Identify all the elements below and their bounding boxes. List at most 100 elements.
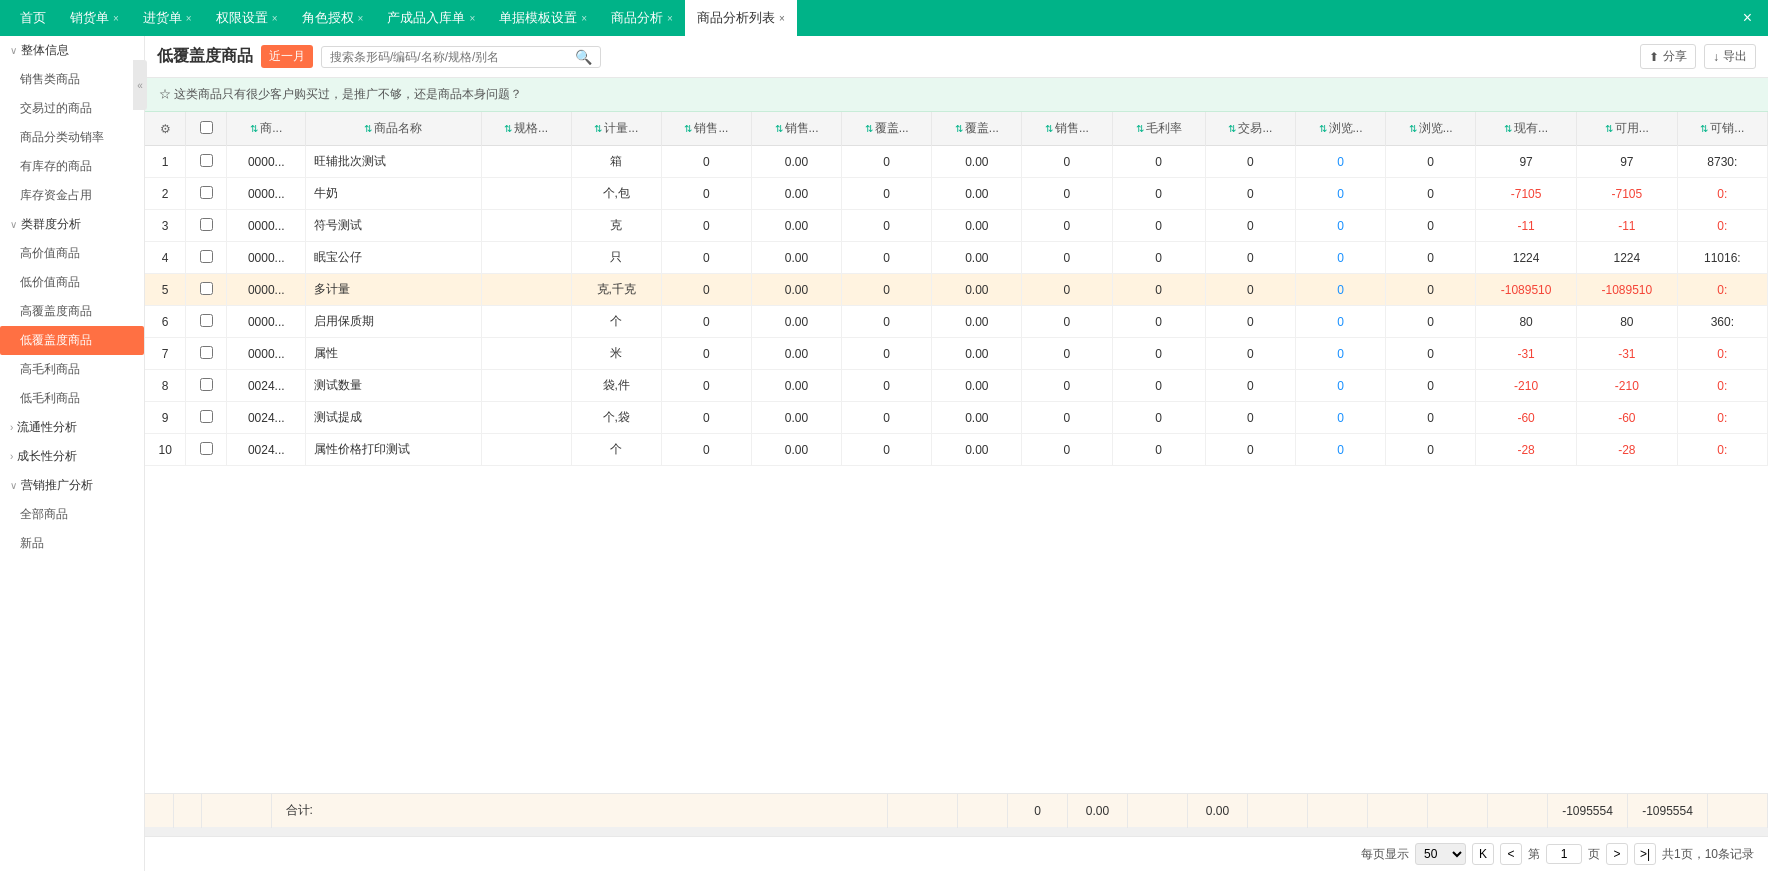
cell-browse1[interactable]: 0 — [1295, 306, 1385, 338]
nav-template-settings[interactable]: 单据模板设置 × — [487, 0, 599, 36]
close-all-button[interactable]: × — [1735, 9, 1760, 27]
cell-browse1[interactable]: 0 — [1295, 210, 1385, 242]
time-filter-button[interactable]: 近一月 — [261, 45, 313, 68]
th-cover1[interactable]: 覆盖... — [842, 112, 932, 146]
browse-link[interactable]: 0 — [1337, 347, 1344, 361]
sidebar-group-liquidity[interactable]: › 流通性分析 — [0, 413, 144, 442]
browse-link[interactable]: 0 — [1337, 187, 1344, 201]
th-gross-rate[interactable]: 毛利率 — [1112, 112, 1205, 146]
sidebar-collapse-button[interactable]: « — [133, 60, 147, 110]
search-icon[interactable]: 🔍 — [575, 49, 592, 65]
page-size-select[interactable]: 50 100 200 — [1415, 843, 1466, 865]
prev-page-button[interactable]: < — [1500, 843, 1522, 865]
cell-browse1[interactable]: 0 — [1295, 434, 1385, 466]
th-checkbox[interactable] — [186, 112, 227, 146]
sidebar-item-stock-goods[interactable]: 有库存的商品 — [0, 152, 144, 181]
browse-link[interactable]: 0 — [1337, 219, 1344, 233]
sidebar-item-category-sales-rate[interactable]: 商品分类动销率 — [0, 123, 144, 152]
th-settings[interactable]: ⚙ — [145, 112, 186, 146]
th-sales-amt[interactable]: 销售... — [751, 112, 841, 146]
sidebar-item-all-goods[interactable]: 全部商品 — [0, 500, 144, 529]
cell-browse1[interactable]: 0 — [1295, 274, 1385, 306]
sidebar-item-low-coverage[interactable]: 低覆盖度商品 — [0, 326, 144, 355]
sidebar-group-cluster[interactable]: ∨ 类群度分析 — [0, 210, 144, 239]
th-name[interactable]: 商品名称 — [306, 112, 482, 146]
cell-checkbox[interactable] — [186, 146, 227, 178]
search-input[interactable] — [330, 50, 575, 64]
close-icon[interactable]: × — [667, 13, 673, 24]
th-stock-sell[interactable]: 可销... — [1677, 112, 1767, 146]
sidebar-group-overall[interactable]: ∨ 整体信息 — [0, 36, 144, 65]
sidebar-item-new-goods[interactable]: 新品 — [0, 529, 144, 558]
close-icon[interactable]: × — [358, 13, 364, 24]
close-icon[interactable]: × — [469, 13, 475, 24]
cell-browse1[interactable]: 0 — [1295, 178, 1385, 210]
browse-link[interactable]: 0 — [1337, 379, 1344, 393]
cell-checkbox[interactable] — [186, 306, 227, 338]
close-icon[interactable]: × — [113, 13, 119, 24]
cell-checkbox[interactable] — [186, 434, 227, 466]
cell-browse1[interactable]: 0 — [1295, 146, 1385, 178]
th-unit[interactable]: 计量... — [571, 112, 661, 146]
cell-checkbox[interactable] — [186, 210, 227, 242]
browse-link[interactable]: 0 — [1337, 315, 1344, 329]
scrollbar[interactable] — [145, 828, 1768, 836]
th-spec[interactable]: 规格... — [481, 112, 571, 146]
sidebar-item-low-margin[interactable]: 低毛利商品 — [0, 384, 144, 413]
cell-checkbox[interactable] — [186, 242, 227, 274]
page-number-input[interactable] — [1546, 844, 1582, 864]
cell-browse1[interactable]: 0 — [1295, 242, 1385, 274]
sidebar-item-traded-goods[interactable]: 交易过的商品 — [0, 94, 144, 123]
sidebar-item-high-coverage[interactable]: 高覆盖度商品 — [0, 297, 144, 326]
cell-checkbox[interactable] — [186, 274, 227, 306]
sidebar-item-stock-capital[interactable]: 库存资金占用 — [0, 181, 144, 210]
sidebar-item-high-margin[interactable]: 高毛利商品 — [0, 355, 144, 384]
nav-product-analysis-list[interactable]: 商品分析列表 × — [685, 0, 797, 36]
select-all-checkbox[interactable] — [200, 121, 213, 134]
cell-checkbox[interactable] — [186, 402, 227, 434]
th-code[interactable]: 商... — [227, 112, 306, 146]
sidebar-item-high-value[interactable]: 高价值商品 — [0, 239, 144, 268]
first-page-button[interactable]: K — [1472, 843, 1494, 865]
browse-link[interactable]: 0 — [1337, 155, 1344, 169]
browse-link[interactable]: 0 — [1337, 251, 1344, 265]
th-stock-avail[interactable]: 可用... — [1576, 112, 1677, 146]
nav-product-analysis[interactable]: 商品分析 × — [599, 0, 685, 36]
export-button[interactable]: ↓ 导出 — [1704, 44, 1756, 69]
th-cover2[interactable]: 覆盖... — [932, 112, 1022, 146]
sidebar-group-growth[interactable]: › 成长性分析 — [0, 442, 144, 471]
th-trade[interactable]: 交易... — [1205, 112, 1295, 146]
last-page-button[interactable]: >| — [1634, 843, 1656, 865]
close-icon[interactable]: × — [186, 13, 192, 24]
th-sales-qty[interactable]: 销售... — [661, 112, 751, 146]
cell-browse1[interactable]: 0 — [1295, 402, 1385, 434]
browse-link[interactable]: 0 — [1337, 283, 1344, 297]
th-stock-cur[interactable]: 现有... — [1476, 112, 1577, 146]
data-table-container[interactable]: ⚙ 商... 商品名称 规格... 计量... 销售... 销售... 覆盖..… — [145, 112, 1768, 793]
th-browse2[interactable]: 浏览... — [1386, 112, 1476, 146]
close-icon[interactable]: × — [581, 13, 587, 24]
sidebar-item-low-value[interactable]: 低价值商品 — [0, 268, 144, 297]
cell-browse1[interactable]: 0 — [1295, 370, 1385, 402]
browse-link[interactable]: 0 — [1337, 443, 1344, 457]
nav-role-auth[interactable]: 角色授权 × — [290, 0, 376, 36]
sidebar-group-marketing[interactable]: ∨ 营销推广分析 — [0, 471, 144, 500]
cell-checkbox[interactable] — [186, 178, 227, 210]
browse-link[interactable]: 0 — [1337, 411, 1344, 425]
close-icon[interactable]: × — [272, 13, 278, 24]
sidebar-item-sales-goods[interactable]: 销售类商品 — [0, 65, 144, 94]
share-button[interactable]: ⬆ 分享 — [1640, 44, 1696, 69]
th-sales2[interactable]: 销售... — [1022, 112, 1112, 146]
nav-home[interactable]: 首页 — [8, 0, 58, 36]
search-box[interactable]: 🔍 — [321, 46, 601, 68]
cell-checkbox[interactable] — [186, 338, 227, 370]
nav-purchase-order[interactable]: 进货单 × — [131, 0, 204, 36]
cell-checkbox[interactable] — [186, 370, 227, 402]
close-icon[interactable]: × — [779, 13, 785, 24]
nav-finished-goods[interactable]: 产成品入库单 × — [375, 0, 487, 36]
th-browse1[interactable]: 浏览... — [1295, 112, 1385, 146]
nav-sales-order[interactable]: 销货单 × — [58, 0, 131, 36]
nav-permission-settings[interactable]: 权限设置 × — [204, 0, 290, 36]
cell-browse1[interactable]: 0 — [1295, 338, 1385, 370]
next-page-button[interactable]: > — [1606, 843, 1628, 865]
